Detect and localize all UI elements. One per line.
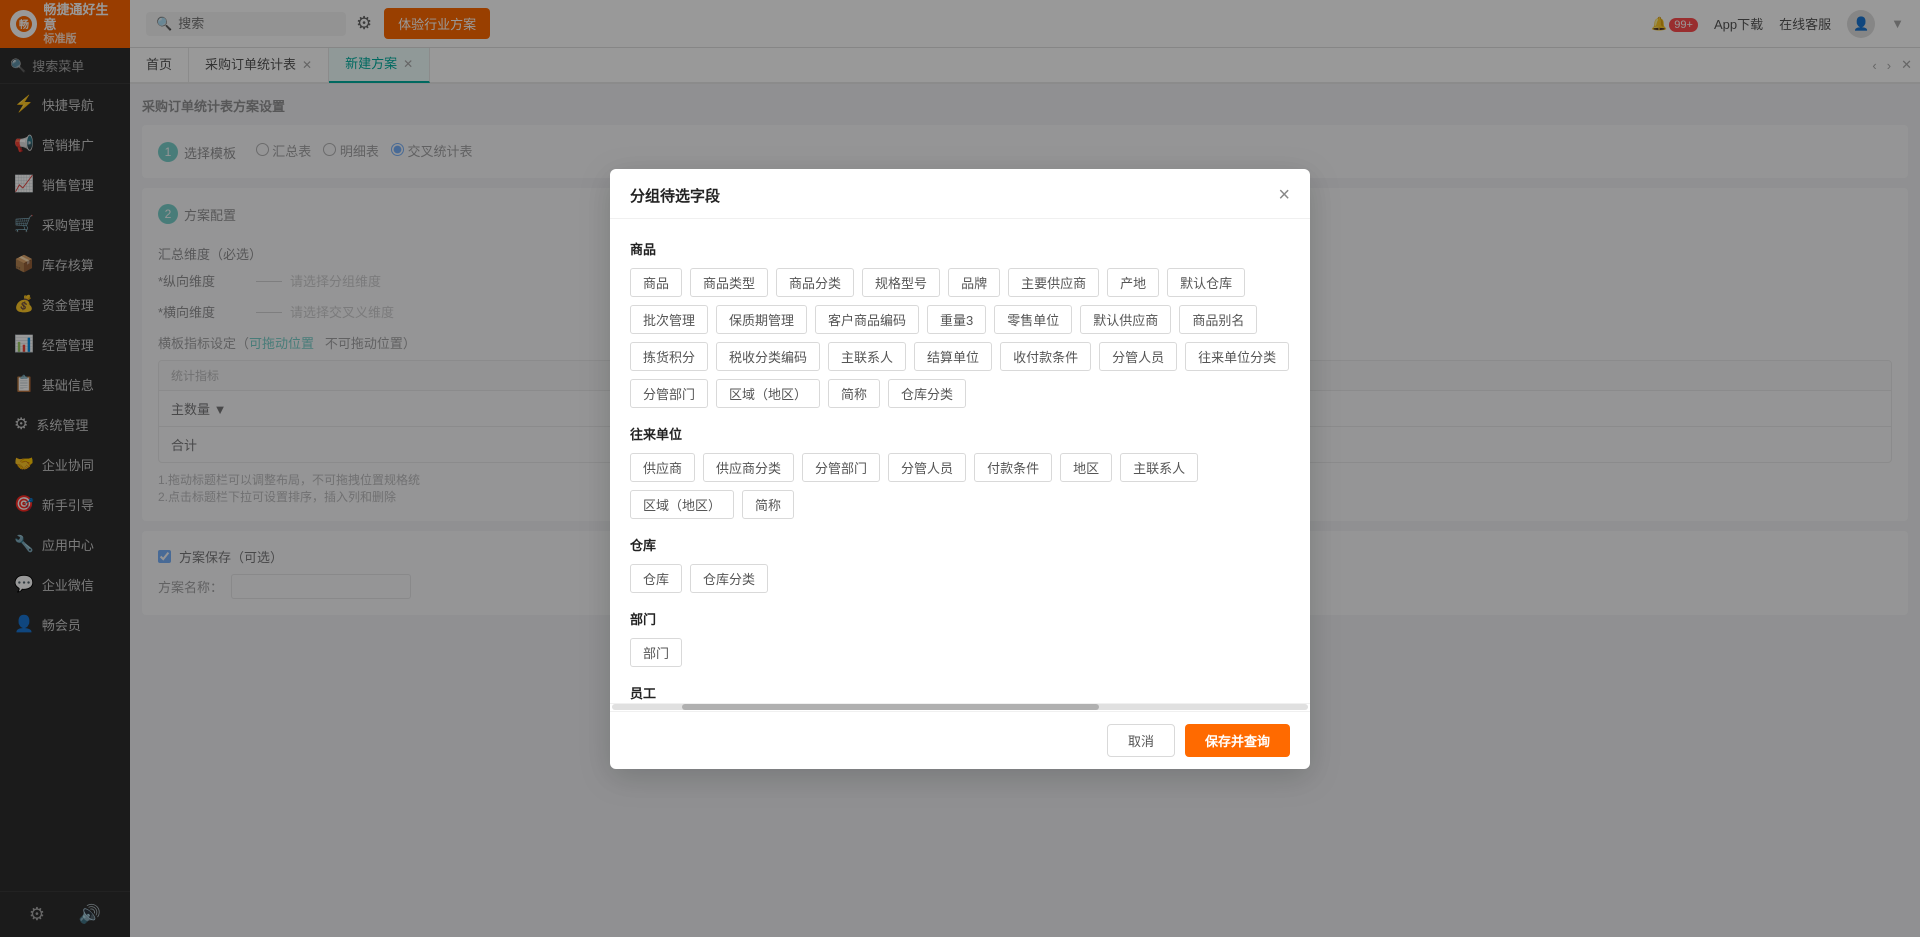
tag-main-contact[interactable]: 主联系人 bbox=[828, 342, 906, 371]
tag-origin[interactable]: 产地 bbox=[1107, 268, 1159, 297]
tag-goods[interactable]: 商品 bbox=[630, 268, 682, 297]
tag-mgr-dept[interactable]: 分管部门 bbox=[630, 379, 708, 408]
tag-main-supplier[interactable]: 主要供应商 bbox=[1008, 268, 1099, 297]
section-counterpart-tags: 供应商 供应商分类 分管部门 分管人员 付款条件 地区 主联系人 区域（地区） … bbox=[630, 453, 1290, 519]
tag-warehouse[interactable]: 仓库 bbox=[630, 564, 682, 593]
dialog-header: 分组待选字段 × bbox=[610, 169, 1310, 219]
overlay: 分组待选字段 × 商品 商品 商品类型 商品分类 规格型号 品牌 主要供应商 产… bbox=[0, 0, 1920, 937]
tag-brand[interactable]: 品牌 bbox=[948, 268, 1000, 297]
tag-region[interactable]: 区域（地区） bbox=[716, 379, 820, 408]
section-goods-title: 商品 bbox=[630, 239, 1290, 258]
tag-area[interactable]: 地区 bbox=[1060, 453, 1112, 482]
section-dept-tags: 部门 bbox=[630, 638, 1290, 667]
dialog-confirm-button[interactable]: 保存并查询 bbox=[1185, 724, 1290, 757]
tag-default-supplier[interactable]: 默认供应商 bbox=[1080, 305, 1171, 334]
dialog-footer: 取消 保存并查询 bbox=[610, 711, 1310, 769]
dialog-title: 分组待选字段 bbox=[630, 185, 720, 206]
tag-warehouse-cat[interactable]: 仓库分类 bbox=[888, 379, 966, 408]
tag-retail-unit[interactable]: 零售单位 bbox=[994, 305, 1072, 334]
tag-dept[interactable]: 部门 bbox=[630, 638, 682, 667]
section-dept-title: 部门 bbox=[630, 609, 1290, 628]
tag-region2[interactable]: 区域（地区） bbox=[630, 490, 734, 519]
section-goods-tags: 商品 商品类型 商品分类 规格型号 品牌 主要供应商 产地 默认仓库 批次管理 … bbox=[630, 268, 1290, 408]
tag-default-warehouse[interactable]: 默认仓库 bbox=[1167, 268, 1245, 297]
tag-spec-model[interactable]: 规格型号 bbox=[862, 268, 940, 297]
tag-goods-cat[interactable]: 商品分类 bbox=[776, 268, 854, 297]
section-warehouse-tags: 仓库 仓库分类 bbox=[630, 564, 1290, 593]
tag-tax-code[interactable]: 税收分类编码 bbox=[716, 342, 820, 371]
tag-short-name2[interactable]: 简称 bbox=[742, 490, 794, 519]
tag-main-contact2[interactable]: 主联系人 bbox=[1120, 453, 1198, 482]
section-warehouse-title: 仓库 bbox=[630, 535, 1290, 554]
tag-customer-code[interactable]: 客户商品编码 bbox=[815, 305, 919, 334]
tag-person2[interactable]: 分管人员 bbox=[888, 453, 966, 482]
tag-counterpart-cat[interactable]: 往来单位分类 bbox=[1185, 342, 1289, 371]
section-staff-title: 员工 bbox=[630, 683, 1290, 702]
tag-supplier-cat[interactable]: 供应商分类 bbox=[703, 453, 794, 482]
tag-payment-cond[interactable]: 付款条件 bbox=[974, 453, 1052, 482]
dialog-close-button[interactable]: × bbox=[1278, 185, 1290, 205]
dialog: 分组待选字段 × 商品 商品 商品类型 商品分类 规格型号 品牌 主要供应商 产… bbox=[610, 169, 1310, 769]
tag-supplier[interactable]: 供应商 bbox=[630, 453, 695, 482]
tag-goods-alias[interactable]: 商品别名 bbox=[1179, 305, 1257, 334]
dialog-cancel-button[interactable]: 取消 bbox=[1107, 724, 1175, 757]
tag-payment-terms[interactable]: 收付款条件 bbox=[1000, 342, 1091, 371]
tag-batch-mgmt[interactable]: 批次管理 bbox=[630, 305, 708, 334]
tag-short-name[interactable]: 简称 bbox=[828, 379, 880, 408]
tag-shelf-life[interactable]: 保质期管理 bbox=[716, 305, 807, 334]
tag-settlement-unit[interactable]: 结算单位 bbox=[914, 342, 992, 371]
tag-goods-type[interactable]: 商品类型 bbox=[690, 268, 768, 297]
dialog-hscroll[interactable] bbox=[610, 703, 1310, 711]
tag-dept2[interactable]: 分管部门 bbox=[802, 453, 880, 482]
tag-mgr-person[interactable]: 分管人员 bbox=[1099, 342, 1177, 371]
dialog-body: 商品 商品 商品类型 商品分类 规格型号 品牌 主要供应商 产地 默认仓库 批次… bbox=[610, 219, 1310, 703]
section-counterpart-title: 往来单位 bbox=[630, 424, 1290, 443]
tag-pick-points[interactable]: 拣货积分 bbox=[630, 342, 708, 371]
tag-warehouse-cat2[interactable]: 仓库分类 bbox=[690, 564, 768, 593]
tag-weight[interactable]: 重量3 bbox=[927, 305, 986, 334]
